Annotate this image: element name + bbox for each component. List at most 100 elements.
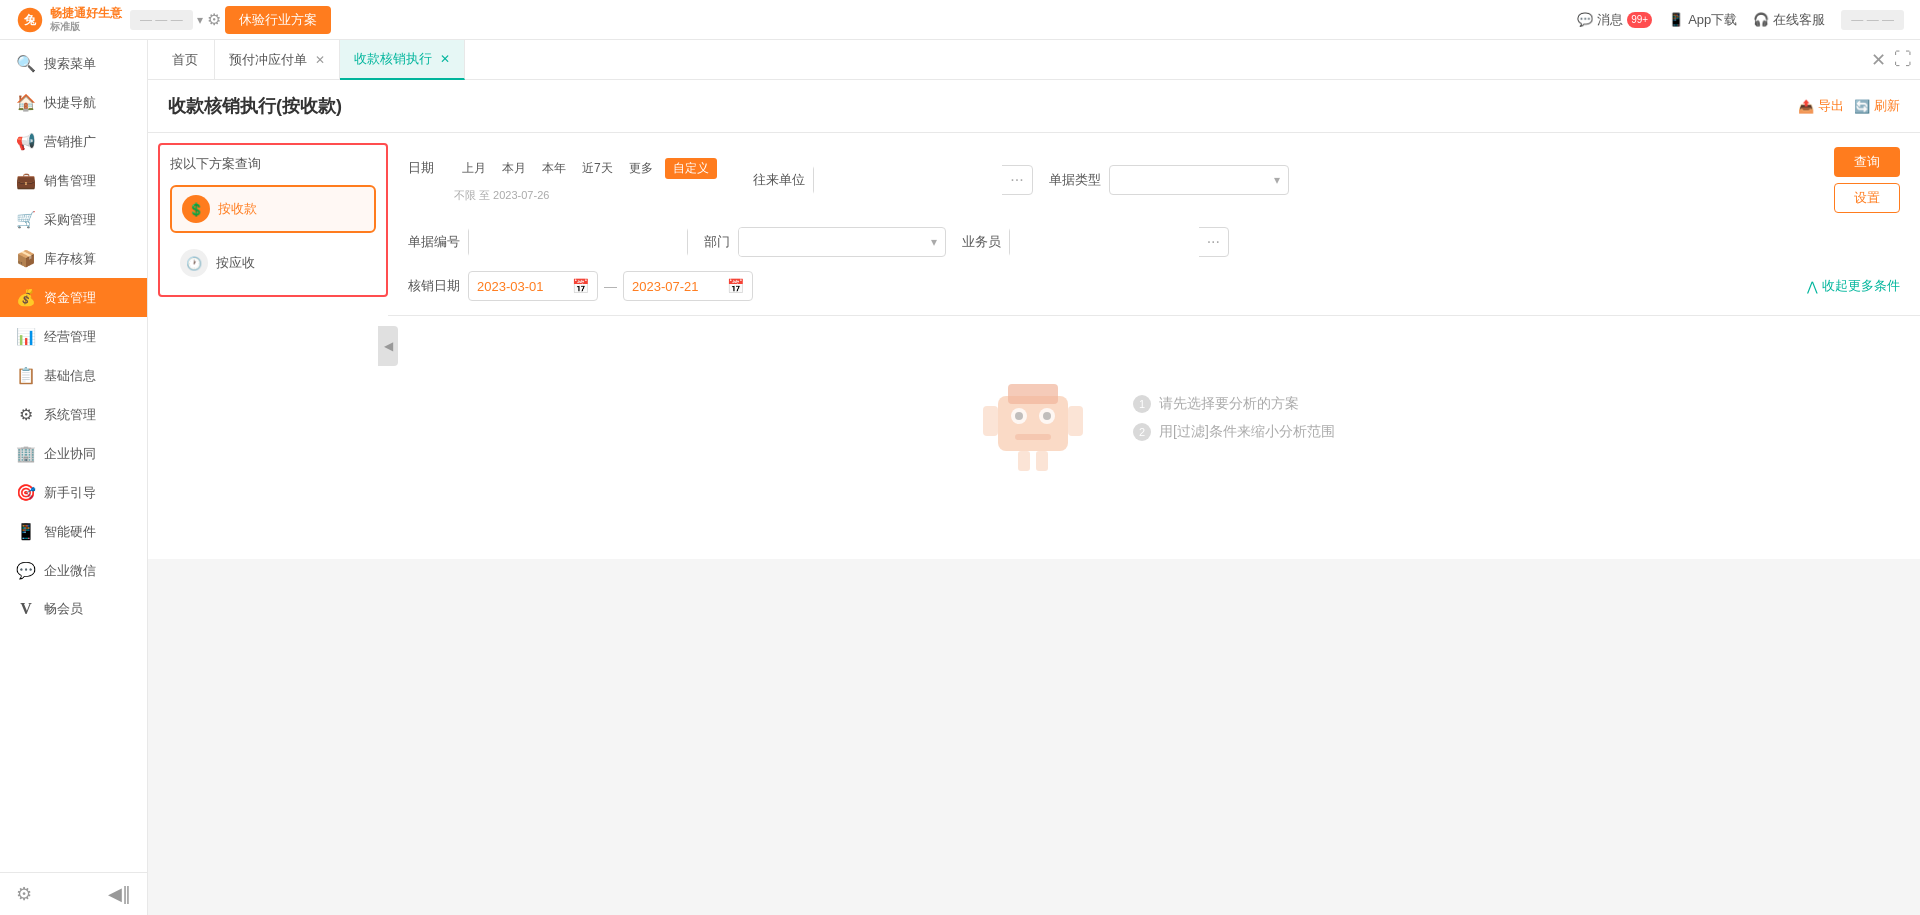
- tab-home[interactable]: 首页: [156, 40, 215, 80]
- sidebar-item-inventory[interactable]: 📦 库存核算: [0, 239, 147, 278]
- filter-rows-container: 日期 上月 本月 本年 近7天 更多 自定义: [388, 133, 1920, 316]
- sidebar-item-search[interactable]: 🔍 搜索菜单: [0, 44, 147, 83]
- message-area[interactable]: 💬 消息 99+: [1577, 11, 1652, 29]
- purchase-icon: 🛒: [16, 210, 36, 229]
- refresh-btn[interactable]: 🔄刷新: [1854, 97, 1900, 115]
- sidebar-item-guide[interactable]: 🎯 新手引导: [0, 473, 147, 512]
- tab-prepay-label: 预付冲应付单: [229, 51, 307, 69]
- account-dropdown-arrow[interactable]: ▾: [197, 13, 203, 27]
- calendar-start-icon: 📅: [572, 278, 589, 294]
- sidebar-item-enterprise[interactable]: 🏢 企业协同: [0, 434, 147, 473]
- staff-input[interactable]: [1010, 227, 1199, 257]
- phone-icon: 📱: [1668, 12, 1684, 27]
- partner-input[interactable]: [814, 165, 1003, 195]
- writeoff-date-end-field[interactable]: 📅: [623, 271, 753, 301]
- top-bar: 兔 畅捷通好生意 标准版 — — — ▾ ⚙ 休验行业方案 💬 消息 99+ 📱…: [0, 0, 1920, 40]
- writeoff-date-start-input[interactable]: [477, 279, 568, 294]
- partner-dots-icon[interactable]: ···: [1002, 171, 1031, 189]
- sidebar-item-member[interactable]: V 畅会员: [0, 590, 147, 628]
- app-download-label: App下载: [1688, 11, 1737, 29]
- writeoff-date-start-field[interactable]: 📅: [468, 271, 598, 301]
- sidebar-item-basic-info[interactable]: 📋 基础信息: [0, 356, 147, 395]
- sidebar-collapse-icon[interactable]: ◀‖: [108, 883, 131, 905]
- dept-label: 部门: [704, 233, 730, 251]
- svg-rect-8: [1015, 434, 1051, 440]
- industry-btn[interactable]: 休验行业方案: [225, 6, 331, 34]
- wechat-icon: 💬: [16, 561, 36, 580]
- sidebar-label-inventory: 库存核算: [44, 250, 96, 268]
- doc-type-select[interactable]: [1110, 165, 1266, 195]
- sidebar-label-marketing: 营销推广: [44, 133, 96, 151]
- dept-input[interactable]: [739, 227, 923, 257]
- empty-step2-text: 用[过滤]条件来缩小分析范围: [1159, 423, 1335, 441]
- date-tabs: 上月 本月 本年 近7天 更多 自定义: [454, 158, 717, 179]
- filter-item-by-receivable[interactable]: 🕐 按应收: [170, 241, 376, 285]
- date-filter-label: 日期: [408, 159, 448, 177]
- sidebar-label-member: 畅会员: [44, 600, 83, 618]
- system-icon: ⚙: [16, 405, 36, 424]
- voucher-label: 单据编号: [408, 233, 460, 251]
- online-service-area[interactable]: 🎧 在线客服: [1753, 11, 1825, 29]
- tab-writeoff[interactable]: 收款核销执行 ✕: [340, 40, 465, 80]
- sidebar-item-finance[interactable]: 💰 资金管理: [0, 278, 147, 317]
- online-service-label: 在线客服: [1773, 11, 1825, 29]
- date-tab-this-month[interactable]: 本月: [494, 158, 534, 179]
- sidebar-item-hardware[interactable]: 📱 智能硬件: [0, 512, 147, 551]
- staff-wrap: ···: [1009, 227, 1229, 257]
- tab-home-label: 首页: [172, 51, 198, 69]
- date-range-separator: —: [604, 279, 617, 294]
- voucher-input-wrap: [468, 227, 688, 257]
- date-tab-7days[interactable]: 近7天: [574, 158, 621, 179]
- filter-item-receivable-label: 按应收: [216, 254, 255, 272]
- sidebar-item-sales[interactable]: 💼 销售管理: [0, 161, 147, 200]
- sidebar-item-wechat[interactable]: 💬 企业微信: [0, 551, 147, 590]
- partner-input-wrap: ···: [813, 165, 1033, 195]
- sidebar-item-system[interactable]: ⚙ 系统管理: [0, 395, 147, 434]
- app-download-area[interactable]: 📱 App下载: [1668, 11, 1737, 29]
- tab-prepay-close[interactable]: ✕: [315, 53, 325, 67]
- sidebar-item-marketing[interactable]: 📢 营销推广: [0, 122, 147, 161]
- svg-point-6: [1015, 412, 1023, 420]
- page-content: 收款核销执行(按收款) 📤导出 🔄刷新 按以下方案查询: [148, 80, 1920, 915]
- main-layout: 🔍 搜索菜单 🏠 快捷导航 📢 营销推广 💼 销售管理 🛒 采购管理 📦: [0, 40, 1920, 915]
- basic-info-icon: 📋: [16, 366, 36, 385]
- writeoff-date-end-input[interactable]: [632, 279, 723, 294]
- dept-dropdown-icon: ▾: [923, 235, 945, 249]
- export-btn[interactable]: 📤导出: [1798, 97, 1844, 115]
- member-icon: V: [16, 600, 36, 618]
- sidebar-item-operations[interactable]: 📊 经营管理: [0, 317, 147, 356]
- sidebar-label-finance: 资金管理: [44, 289, 96, 307]
- date-tab-custom[interactable]: 自定义: [665, 158, 717, 179]
- tab-bar-close-btn[interactable]: ✕: [1871, 49, 1886, 71]
- inventory-icon: 📦: [16, 249, 36, 268]
- staff-dots-icon[interactable]: ···: [1199, 233, 1228, 251]
- sidebar-label-enterprise: 企业协同: [44, 445, 96, 463]
- date-tab-last-month[interactable]: 上月: [454, 158, 494, 179]
- sidebar-label-sales: 销售管理: [44, 172, 96, 190]
- sidebar-settings-icon[interactable]: ⚙: [16, 883, 32, 905]
- left-filter-panel: 按以下方案查询 💲 按收款 🕐 按应收: [158, 143, 388, 297]
- date-tab-this-year[interactable]: 本年: [534, 158, 574, 179]
- filter-item-by-receipt[interactable]: 💲 按收款: [170, 185, 376, 233]
- collapse-more-btn[interactable]: ⋀ 收起更多条件: [1807, 277, 1900, 295]
- tab-writeoff-close[interactable]: ✕: [440, 52, 450, 66]
- receipt-icon: 💲: [182, 195, 210, 223]
- filter-layout: 按以下方案查询 💲 按收款 🕐 按应收: [148, 133, 1920, 559]
- doc-type-label: 单据类型: [1049, 171, 1101, 189]
- sidebar-item-purchase[interactable]: 🛒 采购管理: [0, 200, 147, 239]
- tab-prepay[interactable]: 预付冲应付单 ✕: [215, 40, 340, 80]
- message-icon: 💬: [1577, 12, 1593, 27]
- date-tab-more[interactable]: 更多: [621, 158, 661, 179]
- sidebar-label-search: 搜索菜单: [44, 55, 96, 73]
- gear-icon[interactable]: ⚙: [207, 10, 221, 29]
- query-btn[interactable]: 查询: [1834, 147, 1900, 177]
- doc-type-dropdown-icon: ▾: [1266, 173, 1288, 187]
- sidebar-item-nav[interactable]: 🏠 快捷导航: [0, 83, 147, 122]
- finance-icon: 💰: [16, 288, 36, 307]
- setting-btn[interactable]: 设置: [1834, 183, 1900, 213]
- sidebar-label-wechat: 企业微信: [44, 562, 96, 580]
- tab-bar-expand-btn[interactable]: ⛶: [1894, 49, 1912, 70]
- voucher-input[interactable]: [469, 227, 687, 257]
- left-filter-title: 按以下方案查询: [170, 155, 376, 173]
- panel-collapse-btn[interactable]: ◀: [378, 326, 398, 366]
